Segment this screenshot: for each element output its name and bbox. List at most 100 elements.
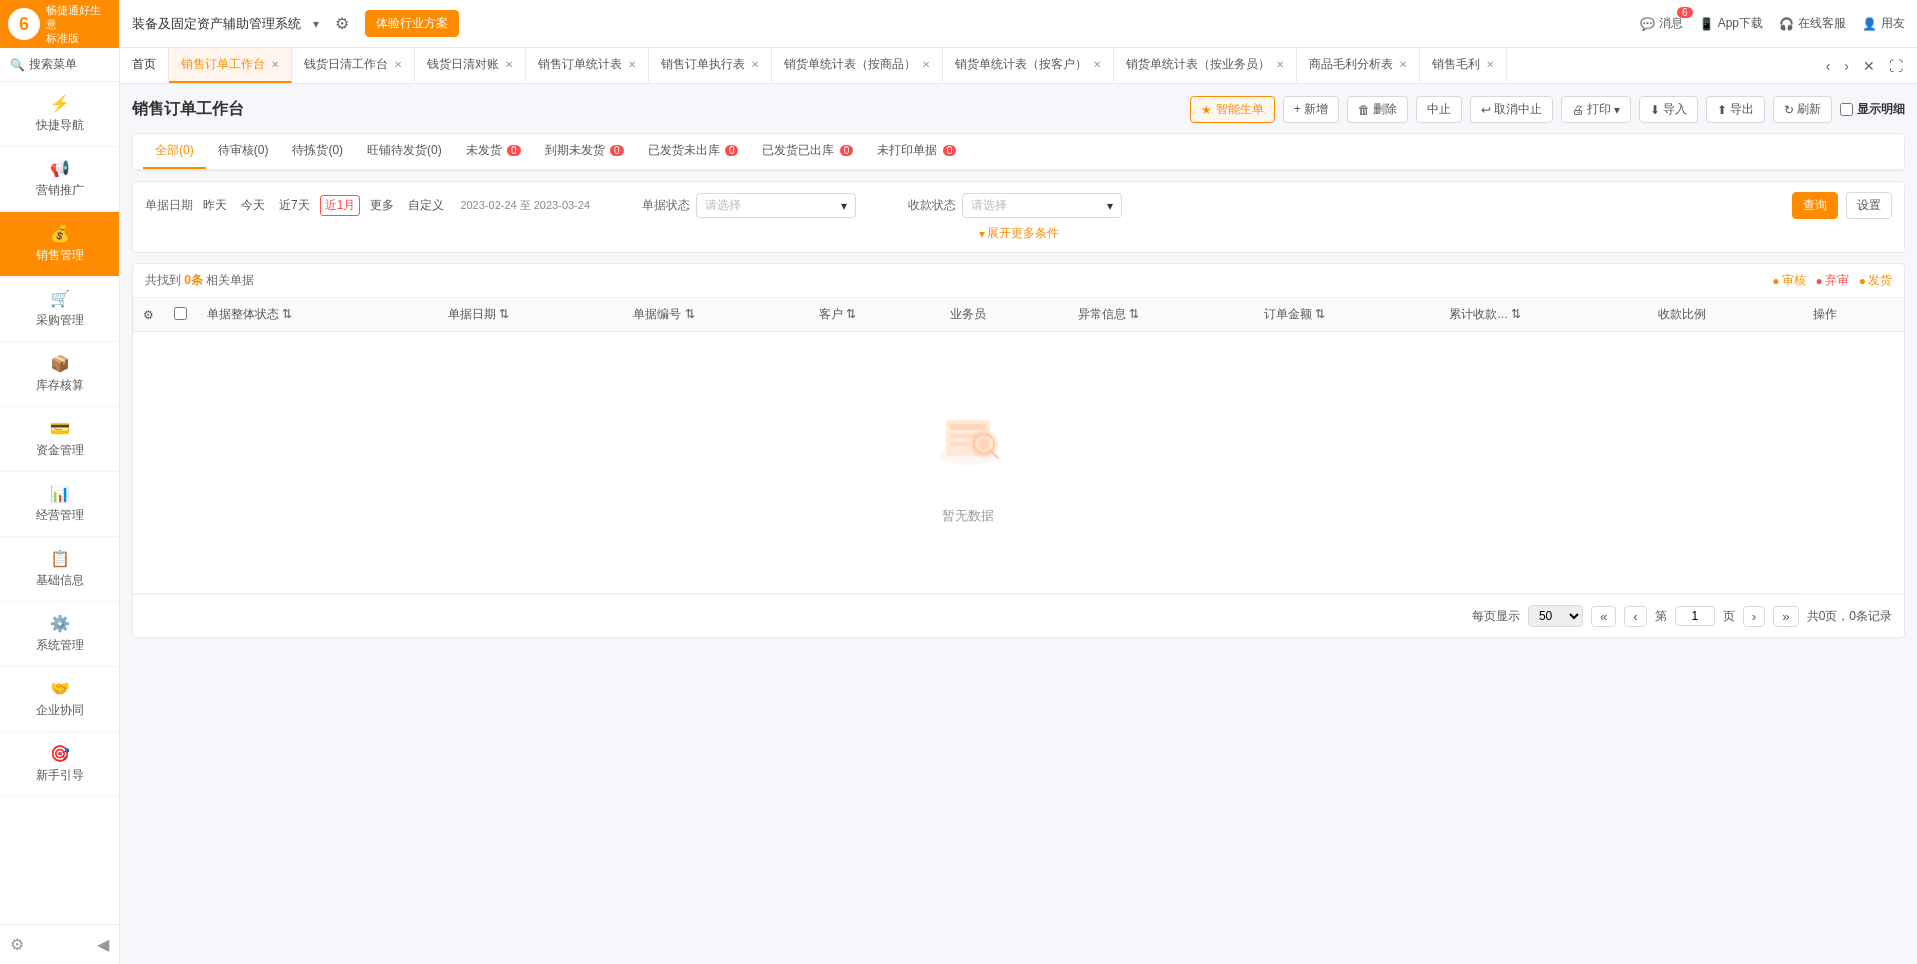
message-action[interactable]: 💬 6 消息 (1640, 15, 1683, 32)
online-service-action[interactable]: 🎧 在线客服 (1779, 15, 1846, 32)
tab-sales-order-workbench[interactable]: 销售订单工作台 ✕ (169, 48, 292, 83)
sidebar-item-system[interactable]: ⚙️ 系统管理 (0, 602, 119, 667)
sidebar-item-inventory[interactable]: 📦 库存核算 (0, 342, 119, 407)
filter-tab-not-shipped[interactable]: 未发货 0 (454, 134, 533, 169)
date-quick-1month[interactable]: 近1月 (320, 195, 361, 216)
user-action[interactable]: 👤 用友 (1862, 15, 1905, 32)
app-download-action[interactable]: 📱 App下载 (1699, 15, 1763, 32)
col-settings[interactable]: ⚙ (133, 298, 164, 332)
sidebar-item-quick-nav[interactable]: ⚡ 快捷导航 (0, 82, 119, 147)
date-quick-yesterday[interactable]: 昨天 (199, 195, 231, 216)
filter-tab-shipped-out[interactable]: 已发货已出库 0 (750, 134, 865, 169)
last-page-btn[interactable]: » (1773, 606, 1798, 627)
prev-page-btn[interactable]: ‹ (1624, 606, 1646, 627)
cancel-audit-action[interactable]: ● 弃审 (1816, 272, 1849, 289)
smart-create-btn[interactable]: ★ 智能生单 (1190, 96, 1275, 123)
sidebar-item-enterprise[interactable]: 🤝 企业协同 (0, 667, 119, 732)
select-all-checkbox[interactable] (174, 307, 187, 320)
sidebar-item-marketing[interactable]: 📢 营销推广 (0, 147, 119, 212)
close-tab-sales-profit[interactable]: ✕ (1486, 59, 1494, 70)
shipped-not-out-badge: 0 (725, 145, 739, 156)
filter-tab-not-printed[interactable]: 未打印单据 0 (865, 134, 968, 169)
payment-select[interactable]: 请选择 ▾ (962, 193, 1122, 218)
ship-action[interactable]: ● 发货 (1859, 272, 1892, 289)
date-quick-more[interactable]: 更多 (366, 195, 398, 216)
next-page-btn[interactable]: › (1743, 606, 1765, 627)
dropdown-arrow-icon[interactable]: ▾ (313, 17, 319, 31)
settings-gear-icon[interactable]: ⚙ (10, 935, 24, 954)
sidebar-item-guide[interactable]: 🎯 新手引导 (0, 732, 119, 797)
shipped-out-badge: 0 (840, 145, 854, 156)
maximize-icon[interactable]: ⛶ (1883, 54, 1909, 78)
sort-date-icon[interactable]: ⇅ (499, 307, 509, 321)
close-tab-sales-order-stats[interactable]: ✕ (628, 59, 636, 70)
first-page-btn[interactable]: « (1591, 606, 1616, 627)
tab-sales-order-stats[interactable]: 销售订单统计表 ✕ (526, 48, 649, 83)
close-tab-cash-reconcile[interactable]: ✕ (505, 59, 513, 70)
sort-anomaly-icon[interactable]: ⇅ (1129, 307, 1139, 321)
sort-customer-icon[interactable]: ⇅ (846, 307, 856, 321)
filter-tab-pending-review[interactable]: 待审核(0) (206, 134, 281, 169)
print-btn[interactable]: 🖨 打印 ▾ (1561, 96, 1631, 123)
tab-sales-stats-customer[interactable]: 销货单统计表（按客户） ✕ (943, 48, 1114, 83)
cancel-stop-btn[interactable]: ↩ 取消中止 (1470, 96, 1553, 123)
filter-tab-wangpu[interactable]: 旺铺待发货(0) (355, 134, 454, 169)
sort-number-icon[interactable]: ⇅ (685, 307, 695, 321)
show-detail-input[interactable] (1840, 103, 1853, 116)
sidebar-item-sales[interactable]: 💰 销售管理 (0, 212, 119, 277)
tab-home[interactable]: 首页 (120, 48, 169, 83)
tab-sales-order-exec[interactable]: 销售订单执行表 ✕ (649, 48, 772, 83)
sort-received-icon[interactable]: ⇅ (1511, 307, 1521, 321)
print-dropdown-icon: ▾ (1614, 103, 1620, 117)
settings-btn[interactable]: 设置 (1846, 192, 1892, 219)
date-quick-7days[interactable]: 近7天 (275, 195, 314, 216)
delete-btn[interactable]: 🗑 删除 (1347, 96, 1408, 123)
filter-tab-overdue[interactable]: 到期未发货 0 (533, 134, 636, 169)
close-tab-sales-order-exec[interactable]: ✕ (751, 59, 759, 70)
new-btn[interactable]: + 新增 (1283, 96, 1339, 123)
status-select[interactable]: 请选择 ▾ (696, 193, 856, 218)
guide-icon: 🎯 (50, 744, 70, 763)
query-btn[interactable]: 查询 (1792, 192, 1838, 219)
per-page-select[interactable]: 10 20 50 100 (1528, 605, 1583, 627)
import-btn[interactable]: ⬇ 导入 (1639, 96, 1698, 123)
search-menu[interactable]: 🔍 搜索菜单 (0, 48, 119, 82)
sort-icon[interactable]: ⇅ (282, 307, 292, 321)
sidebar-item-purchase[interactable]: 🛒 采购管理 (0, 277, 119, 342)
stop-btn[interactable]: 中止 (1416, 96, 1462, 123)
tab-product-margin[interactable]: 商品毛利分析表 ✕ (1297, 48, 1420, 83)
close-tab-product-margin[interactable]: ✕ (1399, 59, 1407, 70)
settings-icon[interactable]: ⚙ (335, 14, 349, 33)
close-tab-sales-stats-customer[interactable]: ✕ (1093, 59, 1101, 70)
date-quick-custom[interactable]: 自定义 (404, 195, 448, 216)
tab-prev-icon[interactable]: ‹ (1820, 54, 1837, 78)
close-all-tabs-icon[interactable]: ✕ (1857, 54, 1881, 78)
tab-sales-stats-product[interactable]: 销货单统计表（按商品） ✕ (772, 48, 943, 83)
tab-cash-daily[interactable]: 钱货日清工作台 ✕ (292, 48, 415, 83)
show-detail-checkbox[interactable]: 显示明细 (1840, 101, 1905, 118)
close-tab-sales-stats-staff[interactable]: ✕ (1276, 59, 1284, 70)
filter-tab-all[interactable]: 全部(0) (143, 134, 206, 169)
close-tab-cash-daily[interactable]: ✕ (394, 59, 402, 70)
tab-sales-profit[interactable]: 销售毛利 ✕ (1420, 48, 1507, 83)
tab-next-icon[interactable]: › (1838, 54, 1855, 78)
sidebar-item-finance[interactable]: 💳 资金管理 (0, 407, 119, 472)
tab-sales-stats-staff[interactable]: 销货单统计表（按业务员） ✕ (1114, 48, 1297, 83)
filter-tab-shipped-not-out[interactable]: 已发货未出库 0 (636, 134, 751, 169)
sidebar-item-operations[interactable]: 📊 经营管理 (0, 472, 119, 537)
page-number-input[interactable] (1675, 606, 1715, 626)
audit-action[interactable]: ● 审核 (1772, 272, 1805, 289)
sort-amount-icon[interactable]: ⇅ (1315, 307, 1325, 321)
expand-more-btn[interactable]: ▾ 展开更多条件 (979, 225, 1059, 242)
sidebar-item-basic-info[interactable]: 📋 基础信息 (0, 537, 119, 602)
col-check[interactable] (164, 298, 197, 332)
refresh-btn[interactable]: ↻ 刷新 (1773, 96, 1832, 123)
filter-tab-pending-inspect[interactable]: 待拣货(0) (280, 134, 355, 169)
date-quick-today[interactable]: 今天 (237, 195, 269, 216)
trial-btn[interactable]: 体验行业方案 (365, 10, 459, 37)
close-tab-sales-stats-product[interactable]: ✕ (922, 59, 930, 70)
collapse-sidebar-icon[interactable]: ◀ (97, 935, 109, 954)
close-tab-sales-order-workbench[interactable]: ✕ (271, 59, 279, 70)
tab-cash-reconcile[interactable]: 钱货日清对账 ✕ (415, 48, 526, 83)
export-btn[interactable]: ⬆ 导出 (1706, 96, 1765, 123)
